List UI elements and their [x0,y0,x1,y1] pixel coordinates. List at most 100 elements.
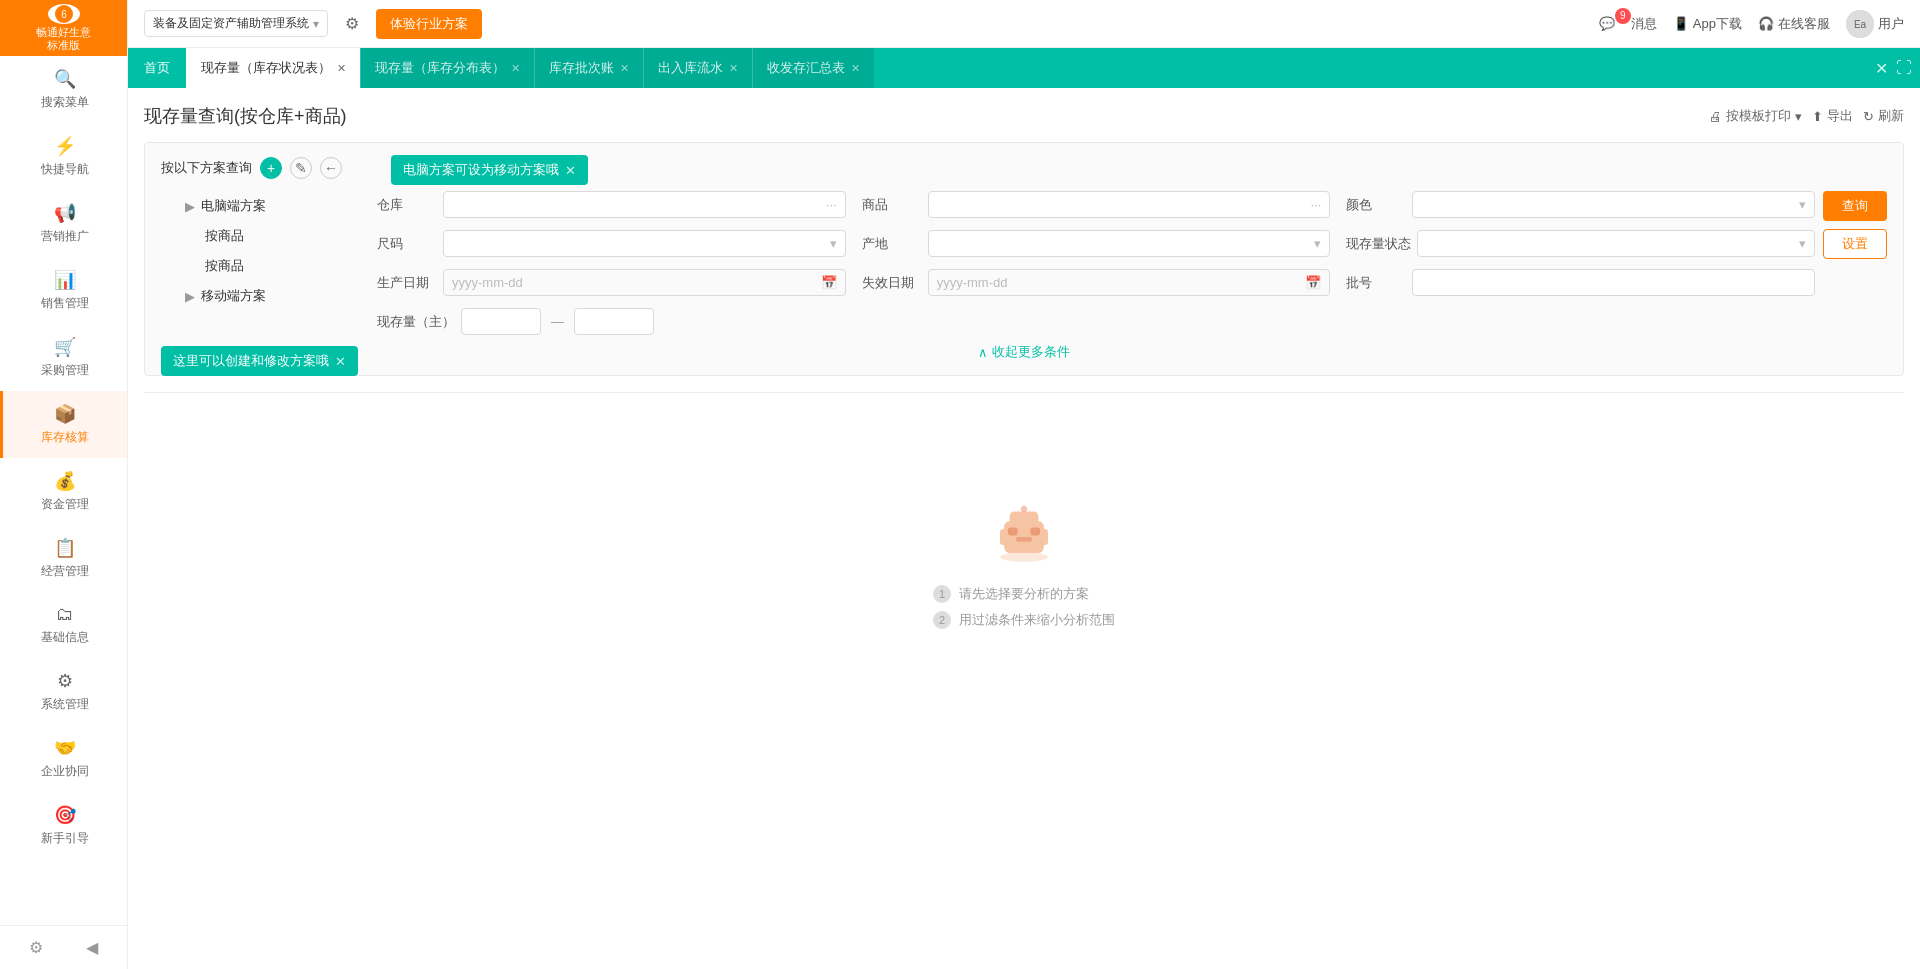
export-label: 导出 [1827,107,1853,125]
edit-plan-btn[interactable]: ✎ [290,157,312,179]
size-label: 尺码 [377,235,437,253]
filter-area: 按以下方案查询 + ✎ ← 电脑方案可设为移动方案哦 ✕ [144,142,1904,376]
sidebar-item-label: 新手引导 [41,830,89,847]
tip-1-text: 请先选择要分析的方案 [959,585,1089,603]
color-select[interactable]: ▾ [1412,191,1815,218]
pc-plan-item-2[interactable]: 按商品 [193,251,361,281]
collapse-up-icon: ∧ [978,345,988,360]
app-download-action[interactable]: 📱 App下载 [1673,15,1742,33]
tab-in-out-flow[interactable]: 出入库流水 ✕ [643,48,752,88]
prod-date-input[interactable]: yyyy-mm-dd 📅 [443,269,846,296]
svg-text:Ea: Ea [1854,19,1867,30]
tab-close-icon[interactable]: ✕ [620,62,629,75]
collapse-btn[interactable]: ∧ 收起更多条件 [161,335,1887,361]
tab-home[interactable]: 首页 [128,48,186,88]
marketing-icon: 📢 [54,202,76,224]
page-content-area: 现存量查询(按仓库+商品) 🖨 按模板打印 ▾ ⬆ 导出 ↻ 刷新 [128,88,1920,969]
goods-select[interactable]: ··· [928,191,1331,218]
sidebar-item-operations[interactable]: 📋 经营管理 [0,525,127,592]
tooltip-1-close[interactable]: ✕ [565,163,576,178]
tab-receipt-summary[interactable]: 收发存汇总表 ✕ [752,48,874,88]
message-icon: 💬 [1599,16,1615,31]
tab-close-icon[interactable]: ✕ [511,62,520,75]
sidebar-item-inventory[interactable]: 📦 库存核算 [0,391,127,458]
tab-batch-account[interactable]: 库存批次账 ✕ [534,48,643,88]
svg-rect-7 [1030,527,1040,535]
plan-tree-pc[interactable]: ▶ 电脑端方案 [173,191,361,221]
online-support-action[interactable]: 🎧 在线客服 [1758,15,1830,33]
print-btn[interactable]: 🖨 按模板打印 ▾ [1709,107,1802,125]
sidebar-item-sales[interactable]: 📊 销售管理 [0,257,127,324]
user-action[interactable]: Ea 用户 [1846,10,1904,38]
calendar-icon-2: 📅 [1305,275,1321,290]
sidebar-collapse-btn[interactable]: ◀ [86,938,98,957]
exp-date-input[interactable]: yyyy-mm-dd 📅 [928,269,1331,296]
pc-plan-children: 按商品 按商品 [193,221,361,281]
sidebar-item-system[interactable]: ⚙ 系统管理 [0,658,127,725]
back-plan-btn[interactable]: ← [320,157,342,179]
stock-status-chevron: ▾ [1799,236,1806,251]
sales-icon: 📊 [54,269,76,291]
tooltip-2-close[interactable]: ✕ [335,354,346,369]
mobile-plan-label: 移动端方案 [201,287,266,305]
stock-qty-max-input[interactable] [574,308,654,335]
page-title-bar: 现存量查询(按仓库+商品) 🖨 按模板打印 ▾ ⬆ 导出 ↻ 刷新 [144,104,1904,128]
sidebar-item-enterprise[interactable]: 🤝 企业协同 [0,725,127,792]
sidebar-item-label: 资金管理 [41,496,89,513]
svg-point-4 [1000,552,1048,562]
industry-button[interactable]: 体验行业方案 [376,9,482,39]
tab-inventory-status[interactable]: 现存量（库存状况表） ✕ [186,48,360,88]
add-plan-btn[interactable]: + [260,157,282,179]
tab-close-icon[interactable]: ✕ [729,62,738,75]
sidebar-item-label: 营销推广 [41,228,89,245]
pc-plan-item-1[interactable]: 按商品 [193,221,361,251]
user-label: 用户 [1878,15,1904,33]
stock-status-label: 现存量状态 [1346,235,1411,253]
pc-plan-item-2-label: 按商品 [205,257,244,275]
tab-home-label: 首页 [144,59,170,77]
reset-button[interactable]: 设置 [1823,229,1887,259]
tab-fullscreen-btn[interactable]: ⛶ [1896,59,1912,77]
sidebar-item-marketing[interactable]: 📢 营销推广 [0,190,127,257]
sidebar-item-purchase[interactable]: 🛒 采购管理 [0,324,127,391]
filter-fields: 仓库 ··· 商品 ··· [361,191,1815,335]
sidebar-item-finance[interactable]: 💰 资金管理 [0,458,127,525]
warehouse-select[interactable]: ··· [443,191,846,218]
tab-close-icon[interactable]: ✕ [851,62,860,75]
sidebar-item-search[interactable]: 🔍 搜索菜单 [0,56,127,123]
message-action[interactable]: 💬 9 消息 [1599,15,1657,33]
origin-chevron: ▾ [1314,236,1321,251]
back-icon: ← [324,160,338,176]
filter-goods: 商品 ··· [862,191,1331,218]
export-btn[interactable]: ⬆ 导出 [1812,107,1853,125]
pc-plan-label: 电脑端方案 [201,197,266,215]
sidebar-logo: 6 畅通好生意 标准版 [0,0,127,56]
filter-size: 尺码 ▾ [377,230,846,257]
settings-button[interactable]: ⚙ [336,8,368,40]
empty-tip-1: 1 请先选择要分析的方案 [933,585,1115,603]
origin-select[interactable]: ▾ [928,230,1331,257]
stock-qty-min-input[interactable] [461,308,541,335]
tab-label: 现存量（库存分布表） [375,59,505,77]
filter-batch: 批号 [1346,269,1815,296]
sidebar-item-quick-nav[interactable]: ⚡ 快捷导航 [0,123,127,190]
finance-icon: 💰 [54,470,76,492]
refresh-btn[interactable]: ↻ 刷新 [1863,107,1904,125]
sidebar-item-guide[interactable]: 🎯 新手引导 [0,792,127,859]
sidebar-item-label: 企业协同 [41,763,89,780]
stock-status-select[interactable]: ▾ [1417,230,1815,257]
batch-input[interactable] [1412,269,1815,296]
query-button[interactable]: 查询 [1823,191,1887,221]
tab-close-all-btn[interactable]: ✕ [1875,59,1888,78]
tab-close-icon[interactable]: ✕ [337,62,346,75]
plan-tree-mobile[interactable]: ▶ 移动端方案 [173,281,361,311]
tab-inventory-dist[interactable]: 现存量（库存分布表） ✕ [360,48,534,88]
print-label: 按模板打印 [1726,107,1791,125]
collapse-label: 收起更多条件 [992,343,1070,361]
empty-tips: 1 请先选择要分析的方案 2 用过滤条件来缩小分析范围 [933,585,1115,629]
size-select[interactable]: ▾ [443,230,846,257]
sidebar-settings-btn[interactable]: ⚙ [29,938,43,957]
header-left: 装备及固定资产辅助管理系统 ▾ ⚙ 体验行业方案 [144,8,482,40]
sidebar-item-basic-info[interactable]: 🗂 基础信息 [0,592,127,658]
system-selector[interactable]: 装备及固定资产辅助管理系统 ▾ [144,10,328,37]
